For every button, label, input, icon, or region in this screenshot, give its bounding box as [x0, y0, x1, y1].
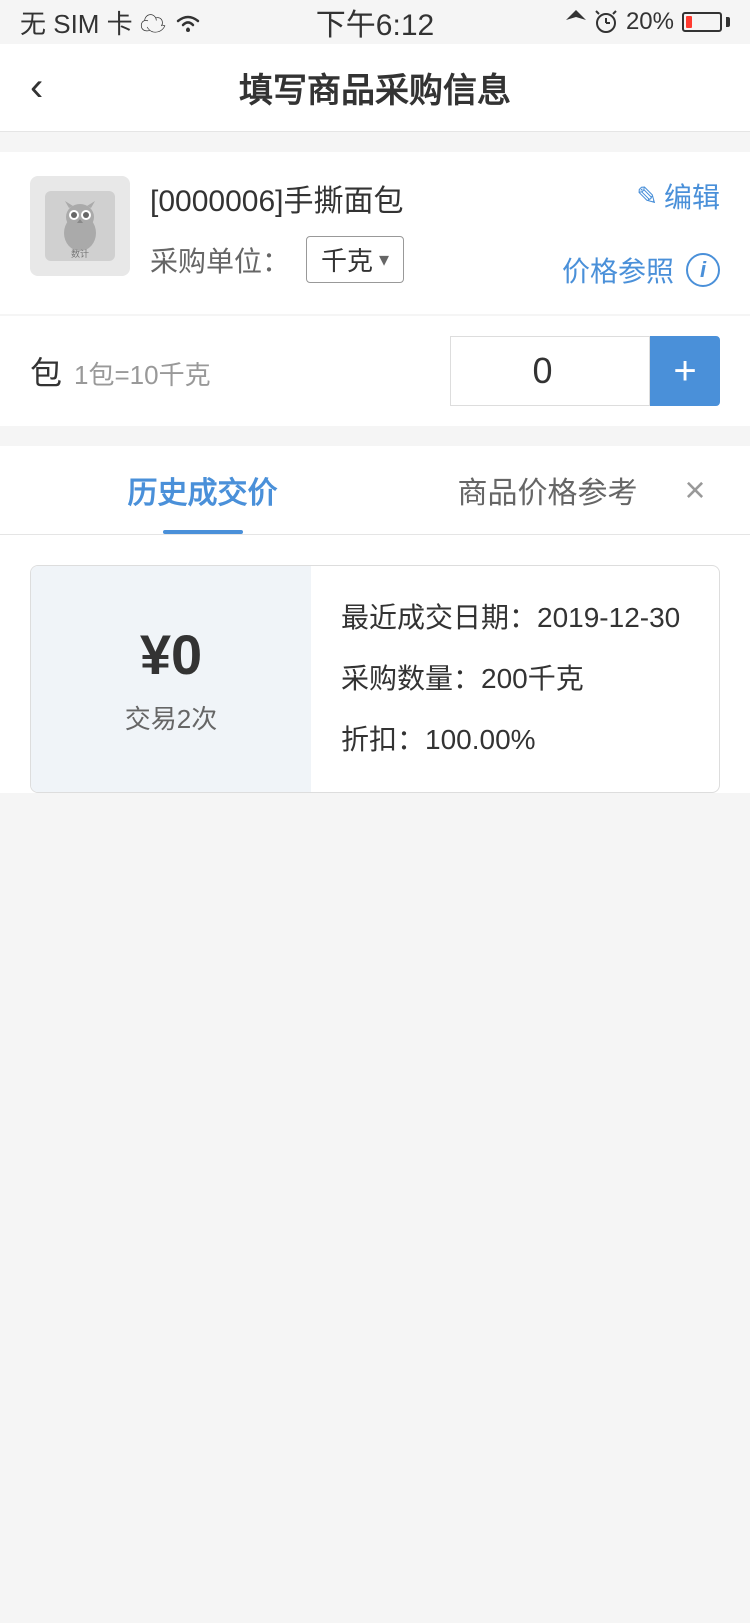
recent-date-label: 最近成交日期： [341, 602, 537, 633]
info-icon: i [686, 253, 720, 287]
history-details: 最近成交日期：2019-12-30 采购数量：200千克 折扣：100.00% [311, 566, 719, 792]
qty-unit: 包 [30, 348, 62, 394]
unit-dropdown-arrow: ▾ [379, 247, 389, 272]
transaction-count: 交易2次 [125, 699, 217, 736]
quantity-section: 包 1包=10千克 + [0, 316, 750, 426]
bottom-sheet: 历史成交价 商品价格参考 × ¥0 交易2次 最近成交日期：2019-12-30… [0, 446, 750, 793]
location-icon [566, 10, 586, 34]
edit-label: 编辑 [664, 176, 720, 216]
tab-active-indicator [163, 530, 243, 534]
signal-text: 无 SIM 卡 ☁ [20, 4, 166, 41]
purchase-qty-label: 采购数量： [341, 663, 481, 694]
battery-icon [682, 12, 730, 32]
quantity-input[interactable] [450, 336, 650, 406]
quantity-controls: + [450, 336, 720, 406]
page-title: 填写商品采购信息 [239, 63, 511, 112]
price-value: 0 [171, 623, 202, 686]
discount-label: 折扣： [341, 724, 425, 755]
discount-row: 折扣：100.00% [341, 718, 689, 763]
tabs-row: 历史成交价 商品价格参考 × [0, 446, 750, 535]
product-logo: 数计 [45, 191, 115, 261]
currency-symbol: ¥ [140, 623, 171, 686]
unit-selector[interactable]: 千克 ▾ [306, 236, 404, 283]
quantity-plus-button[interactable]: + [650, 336, 720, 406]
product-thumbnail: 数计 [30, 176, 130, 276]
unit-value: 千克 [321, 241, 373, 278]
product-unit-row: 采购单位： 千克 ▾ [150, 236, 404, 283]
product-info: [0000006]手撕面包 采购单位： 千克 ▾ [150, 176, 404, 283]
quantity-label: 包 1包=10千克 [30, 348, 211, 394]
status-time: 下午6:12 [316, 0, 434, 44]
svg-text:数计: 数计 [71, 248, 89, 259]
tab-history-label: 历史成交价 [128, 468, 278, 512]
back-button[interactable]: ‹ [30, 65, 43, 110]
tab-history-price[interactable]: 历史成交价 [30, 446, 375, 534]
tab-product-price-ref[interactable]: 商品价格参考 [375, 446, 720, 534]
product-right: ✎ 编辑 价格参照 i [562, 176, 720, 290]
tab-price-ref-label: 商品价格参考 [458, 468, 638, 512]
nav-bar: ‹ 填写商品采购信息 [0, 44, 750, 132]
product-card: 数计 [0000006]手撕面包 采购单位： 千克 ▾ ✎ 编辑 [0, 152, 750, 314]
edit-icon: ✎ [636, 181, 658, 212]
recent-date-row: 最近成交日期：2019-12-30 [341, 596, 689, 641]
price-block: ¥0 交易2次 [31, 566, 311, 792]
status-bar: 无 SIM 卡 ☁ 下午6:12 20% [0, 0, 750, 44]
purchase-qty-value: 200千克 [481, 663, 584, 694]
recent-date-value: 2019-12-30 [537, 602, 680, 633]
main-background [0, 823, 750, 1623]
unit-label: 采购单位： [150, 240, 290, 280]
wifi-icon [174, 11, 202, 33]
price-ref-button[interactable]: 价格参照 i [562, 250, 720, 290]
product-name: [0000006]手撕面包 [150, 176, 404, 220]
alarm-icon [594, 10, 618, 34]
price-ref-label: 价格参照 [562, 250, 674, 290]
status-left: 无 SIM 卡 ☁ [20, 4, 202, 41]
qty-conversion-hint: 1包=10千克 [74, 355, 211, 392]
status-right: 20% [566, 8, 730, 36]
battery-percent: 20% [626, 8, 674, 36]
discount-value: 100.00% [425, 724, 536, 755]
purchase-qty-row: 采购数量：200千克 [341, 657, 689, 702]
history-price-card: ¥0 交易2次 最近成交日期：2019-12-30 采购数量：200千克 折扣：… [30, 565, 720, 793]
close-button[interactable]: × [670, 465, 720, 515]
edit-button[interactable]: ✎ 编辑 [636, 176, 720, 216]
price-display: ¥0 [140, 622, 202, 687]
